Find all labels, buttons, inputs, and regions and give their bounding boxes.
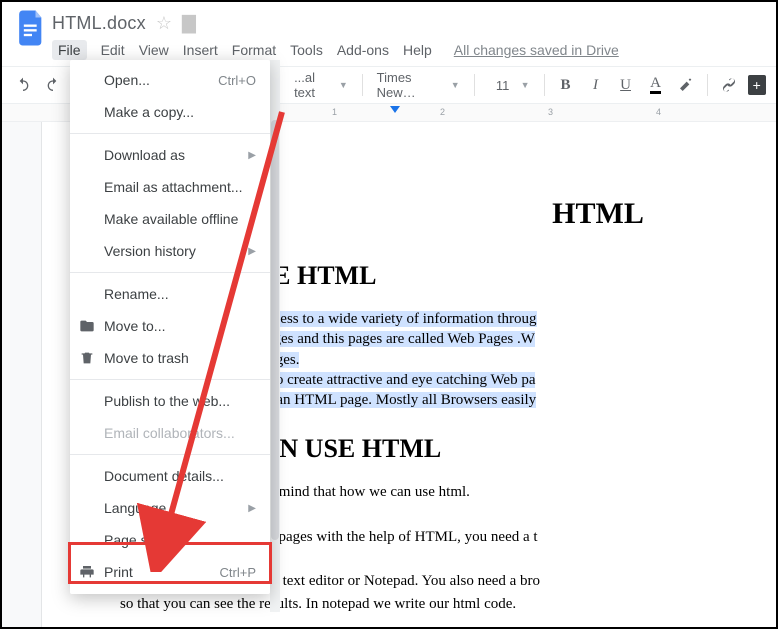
- bold-button[interactable]: B: [554, 73, 576, 97]
- menu-separator: [70, 133, 270, 134]
- menu-item-shortcut: Ctrl+P: [220, 565, 256, 580]
- menu-separator: [70, 272, 270, 273]
- menu-item-label: Language: [104, 500, 166, 516]
- doc-text: so that you can see the results. In note…: [120, 594, 776, 614]
- menu-item-label: Print: [104, 564, 133, 580]
- folder-icon[interactable]: ▇: [182, 13, 196, 34]
- insert-link-button[interactable]: [718, 73, 740, 97]
- ruler-tick: 2: [440, 107, 445, 117]
- menu-item-move-to[interactable]: Move to...: [70, 310, 270, 342]
- submenu-arrow-icon: ▶: [248, 503, 256, 514]
- menu-item-make-copy[interactable]: Make a copy...: [70, 96, 270, 128]
- caret-down-icon: ▼: [451, 80, 460, 90]
- menu-item-label: Open...: [104, 72, 150, 88]
- italic-button[interactable]: I: [585, 73, 607, 97]
- font-family-label: Times New…: [377, 70, 447, 100]
- menu-bar: File Edit View Insert Format Tools Add-o…: [52, 38, 766, 62]
- menu-item-email-attachment[interactable]: Email as attachment...: [70, 171, 270, 203]
- menu-addons[interactable]: Add-ons: [337, 42, 389, 58]
- ruler-tick: 1: [332, 107, 337, 117]
- print-icon: [78, 563, 96, 581]
- file-menu-dropdown: Open... Ctrl+O Make a copy... Download a…: [70, 60, 270, 594]
- toolbar-separator: [707, 74, 708, 96]
- save-status[interactable]: All changes saved in Drive: [454, 42, 619, 58]
- caret-down-icon: ▼: [521, 80, 530, 90]
- submenu-arrow-icon: ▶: [248, 246, 256, 257]
- menu-edit[interactable]: Edit: [101, 42, 125, 58]
- toolbar-separator: [544, 74, 545, 96]
- redo-button[interactable]: [42, 73, 64, 97]
- folder-icon: [78, 317, 96, 335]
- trash-icon: [78, 349, 96, 367]
- menu-item-label: Publish to the web...: [104, 393, 230, 409]
- menu-item-label: Move to...: [104, 318, 165, 334]
- menu-format[interactable]: Format: [232, 42, 276, 58]
- menu-separator: [70, 379, 270, 380]
- menu-help[interactable]: Help: [403, 42, 432, 58]
- menu-file[interactable]: File: [52, 40, 87, 60]
- menu-item-label: Page setup...: [104, 532, 187, 548]
- menu-item-download-as[interactable]: Download as ▶: [70, 139, 270, 171]
- menu-insert[interactable]: Insert: [183, 42, 218, 58]
- menu-item-move-to-trash[interactable]: Move to trash: [70, 342, 270, 374]
- menu-item-label: Email as attachment...: [104, 179, 243, 195]
- paragraph-style-label: ...al text: [294, 70, 335, 100]
- menu-item-page-setup[interactable]: Page setup...: [70, 524, 270, 556]
- paragraph-style-dropdown[interactable]: ...al text ▼: [290, 72, 352, 98]
- document-title[interactable]: HTML.docx: [52, 13, 146, 34]
- toolbar-separator: [362, 74, 363, 96]
- menu-item-shortcut: Ctrl+O: [218, 73, 256, 88]
- highlight-button[interactable]: [675, 73, 697, 97]
- caret-down-icon: ▼: [339, 80, 348, 90]
- doc-heading-title: HTML: [420, 197, 776, 231]
- menu-item-label: Move to trash: [104, 350, 189, 366]
- scrollbar-thumb[interactable]: [271, 120, 279, 540]
- menu-item-publish-web[interactable]: Publish to the web...: [70, 385, 270, 417]
- docs-logo[interactable]: [12, 10, 52, 60]
- menu-item-label: Make available offline: [104, 211, 238, 227]
- document-outline-gutter: [2, 122, 42, 627]
- menu-item-label: Make a copy...: [104, 104, 194, 120]
- menu-item-open[interactable]: Open... Ctrl+O: [70, 64, 270, 96]
- menu-view[interactable]: View: [139, 42, 169, 58]
- menu-item-label: Download as: [104, 147, 185, 163]
- ruler-tick: 4: [656, 107, 661, 117]
- menu-item-email-collaborators: Email collaborators...: [70, 417, 270, 449]
- indent-marker-icon[interactable]: [390, 106, 400, 113]
- submenu-arrow-icon: ▶: [248, 150, 256, 161]
- star-icon[interactable]: ☆: [156, 13, 172, 34]
- menu-item-version-history[interactable]: Version history ▶: [70, 235, 270, 267]
- menu-item-document-details[interactable]: Document details...: [70, 460, 270, 492]
- more-button[interactable]: +: [748, 75, 766, 95]
- menu-tools[interactable]: Tools: [290, 42, 323, 58]
- menu-item-available-offline[interactable]: Make available offline: [70, 203, 270, 235]
- menu-item-rename[interactable]: Rename...: [70, 278, 270, 310]
- font-size-control[interactable]: 11 ▼: [485, 72, 534, 98]
- underline-button[interactable]: U: [615, 73, 637, 97]
- menu-item-language[interactable]: Language ▶: [70, 492, 270, 524]
- menu-item-label: Document details...: [104, 468, 224, 484]
- font-family-dropdown[interactable]: Times New… ▼: [373, 72, 464, 98]
- font-size-value: 11: [489, 78, 517, 93]
- toolbar-separator: [474, 74, 475, 96]
- menu-item-print[interactable]: Print Ctrl+P: [70, 556, 270, 588]
- menu-item-label: Email collaborators...: [104, 425, 235, 441]
- menu-item-label: Rename...: [104, 286, 169, 302]
- menu-separator: [70, 454, 270, 455]
- undo-button[interactable]: [12, 73, 34, 97]
- ruler-tick: 3: [548, 107, 553, 117]
- menu-item-label: Version history: [104, 243, 196, 259]
- text-color-button[interactable]: A: [645, 73, 667, 97]
